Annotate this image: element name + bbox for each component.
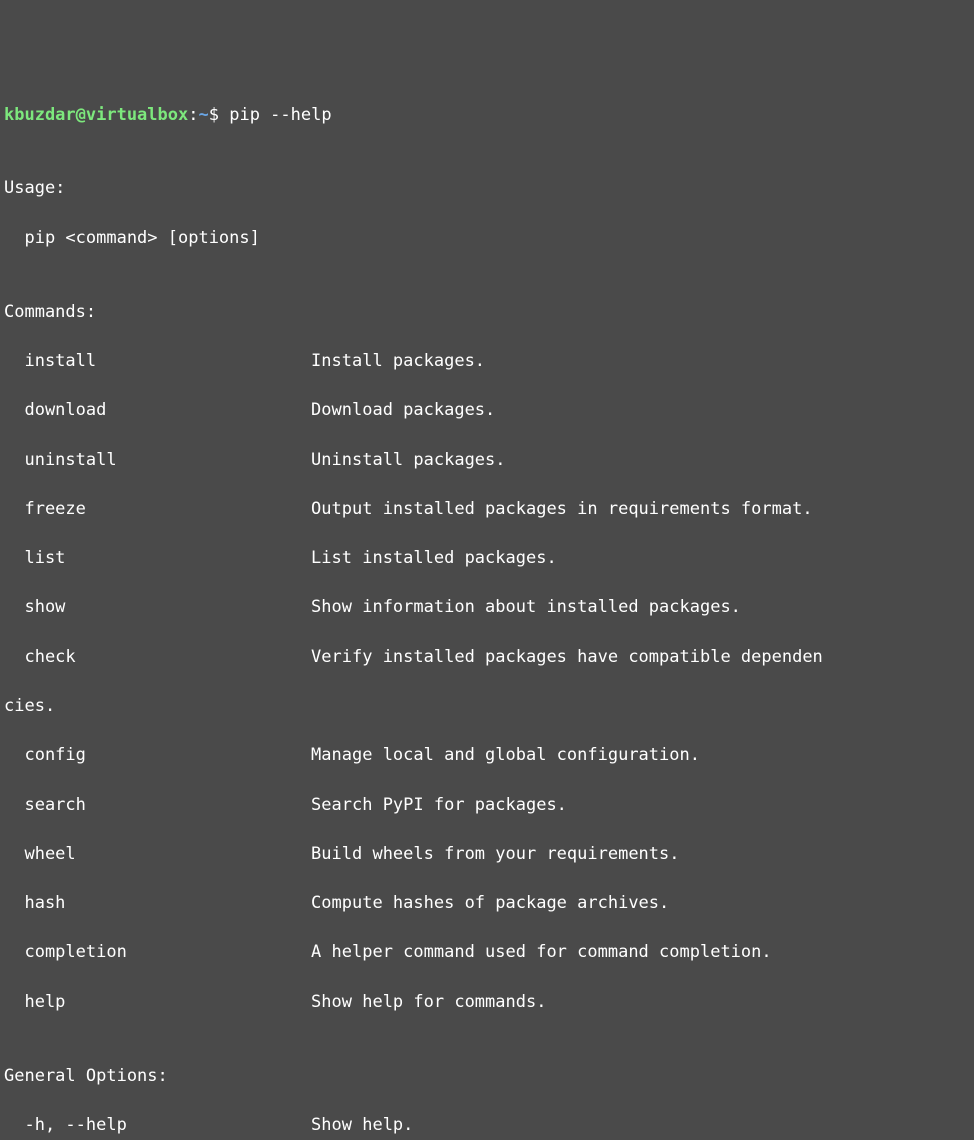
usage-line: pip <command> [options] bbox=[4, 226, 974, 251]
prompt-colon: : bbox=[188, 105, 198, 125]
command-download: download Download packages. bbox=[4, 398, 974, 423]
command-check-wrap: cies. bbox=[4, 694, 974, 719]
command-list: list List installed packages. bbox=[4, 546, 974, 571]
command-freeze: freeze Output installed packages in requ… bbox=[4, 497, 974, 522]
command-search: search Search PyPI for packages. bbox=[4, 793, 974, 818]
command-show: show Show information about installed pa… bbox=[4, 595, 974, 620]
prompt-symbol: $ bbox=[209, 105, 229, 125]
option-help: -h, --help Show help. bbox=[4, 1113, 974, 1138]
command-wheel: wheel Build wheels from your requirement… bbox=[4, 842, 974, 867]
command-config: config Manage local and global configura… bbox=[4, 743, 974, 768]
command-install: install Install packages. bbox=[4, 349, 974, 374]
command-help: help Show help for commands. bbox=[4, 990, 974, 1015]
entered-command: pip --help bbox=[229, 105, 331, 125]
commands-header: Commands: bbox=[4, 300, 974, 325]
command-completion: completion A helper command used for com… bbox=[4, 940, 974, 965]
general-options-header: General Options: bbox=[4, 1064, 974, 1089]
usage-header: Usage: bbox=[4, 176, 974, 201]
prompt-line[interactable]: kbuzdar@virtualbox:~$ pip --help bbox=[4, 103, 974, 128]
command-uninstall: uninstall Uninstall packages. bbox=[4, 448, 974, 473]
command-hash: hash Compute hashes of package archives. bbox=[4, 891, 974, 916]
prompt-user-host: kbuzdar@virtualbox bbox=[4, 105, 188, 125]
prompt-path: ~ bbox=[198, 105, 208, 125]
command-check: check Verify installed packages have com… bbox=[4, 645, 974, 670]
